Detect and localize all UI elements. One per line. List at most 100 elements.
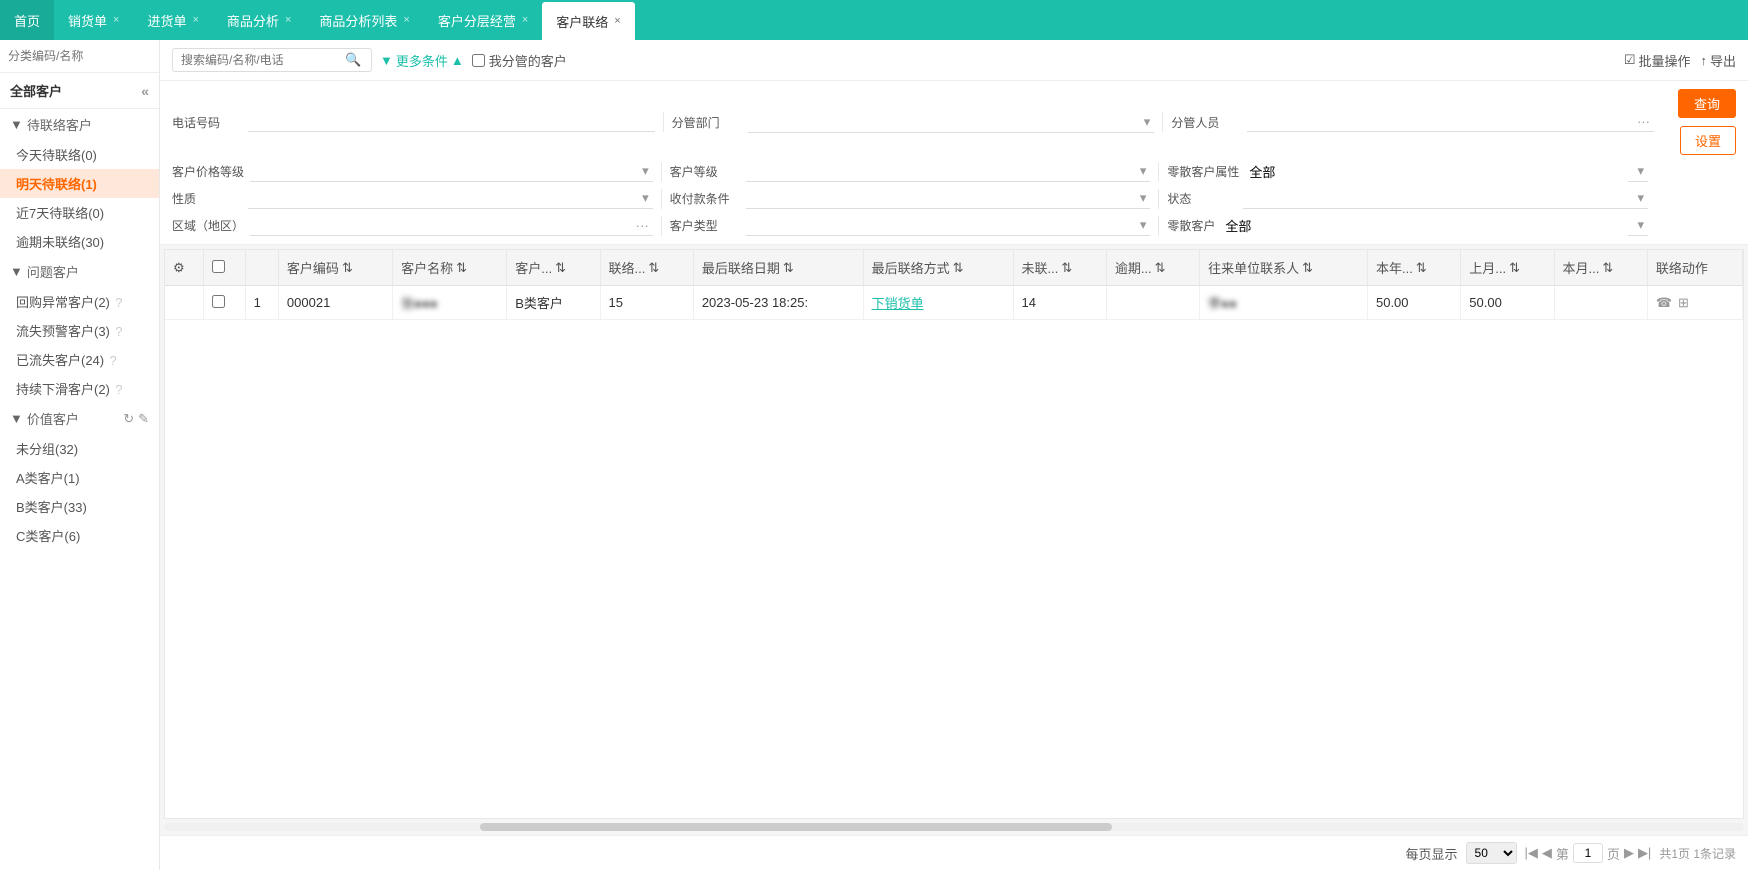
- col-last-contact-method[interactable]: 最后联络方式⇅: [863, 250, 1013, 286]
- close-icon[interactable]: ×: [285, 14, 291, 26]
- region-select[interactable]: ···: [250, 216, 653, 236]
- export-button[interactable]: ↑ 导出: [1700, 51, 1736, 70]
- sidebar-item-churn-warning[interactable]: 流失预警客户(3) ?: [0, 316, 159, 345]
- filter-customer-level: 客户等级 ▾: [670, 161, 1151, 182]
- divider: [1158, 189, 1159, 209]
- sidebar-item-churned[interactable]: 已流失客户(24) ?: [0, 345, 159, 374]
- manager-select[interactable]: ···: [1247, 112, 1654, 132]
- row-settings-cell: [165, 286, 204, 320]
- row-no-cell: 1: [245, 286, 278, 320]
- dept-select[interactable]: ▾: [748, 112, 1155, 133]
- filter-right-actions: ☑ 批量操作 ↑ 导出: [1624, 51, 1736, 70]
- divider: [1162, 112, 1163, 132]
- col-no-contact[interactable]: 未联...⇅: [1013, 250, 1106, 286]
- nav-home[interactable]: 首页: [0, 0, 54, 40]
- col-settings[interactable]: ⚙: [165, 250, 204, 286]
- settings-button[interactable]: 设置: [1680, 126, 1736, 155]
- all-customers-label: 全部客户: [10, 81, 62, 100]
- sidebar-group-value-actions: ↻ ✎: [123, 411, 149, 427]
- sidebar-item-tomorrow-contact[interactable]: 明天待联络(1): [0, 169, 159, 198]
- search-icon[interactable]: 🔍: [345, 52, 361, 68]
- customer-level-select[interactable]: ▾: [746, 161, 1151, 182]
- next-page-button[interactable]: ▶: [1624, 845, 1634, 861]
- batch-operation-button[interactable]: ☑ 批量操作: [1624, 51, 1691, 70]
- sidebar-group-value-customers[interactable]: ▼ 价值客户 ↻ ✎: [0, 403, 159, 434]
- col-code[interactable]: 客户编码⇅: [278, 250, 392, 286]
- col-unit-contact[interactable]: 往来单位联系人⇅: [1200, 250, 1368, 286]
- horizontal-scrollbar[interactable]: [164, 823, 1744, 831]
- col-last-contact-date[interactable]: 最后联络日期⇅: [693, 250, 863, 286]
- page-input[interactable]: [1573, 843, 1603, 863]
- nav-customer-segmentation[interactable]: 客户分层经营 ×: [424, 0, 542, 40]
- sidebar-item-overdue-contact[interactable]: 逾期未联络(30): [0, 227, 159, 256]
- select-all-checkbox[interactable]: [212, 260, 225, 273]
- row-code-cell: 000021: [278, 286, 392, 320]
- export-icon: ↑: [1700, 53, 1707, 68]
- edit-icon[interactable]: ✎: [138, 411, 149, 427]
- sidebar-group-pending-contact[interactable]: ▼ 待联络客户: [0, 109, 159, 140]
- sidebar-item-class-b[interactable]: B类客户(33): [0, 492, 159, 521]
- filter-scatter-attr: 零散客户属性 全部 ▾: [1167, 161, 1648, 182]
- page-size-select[interactable]: 50 100: [1466, 842, 1517, 864]
- nature-select[interactable]: ▾: [248, 188, 653, 209]
- first-page-button[interactable]: |◀: [1525, 845, 1538, 861]
- sidebar-item-week-contact[interactable]: 近7天待联络(0): [0, 198, 159, 227]
- customer-type-select[interactable]: ▾: [746, 215, 1151, 236]
- close-icon[interactable]: ×: [113, 14, 119, 26]
- collapse-sidebar-button[interactable]: «: [141, 83, 149, 99]
- phone-input[interactable]: [248, 113, 655, 132]
- search-input[interactable]: [181, 53, 341, 67]
- sidebar-item-today-contact[interactable]: 今天待联络(0): [0, 140, 159, 169]
- table-header-row: ⚙ 客户编码⇅ 客户名称⇅ 客户...⇅ 联络...⇅ 最后联络日期⇅ 最后联络…: [165, 250, 1743, 286]
- phone-icon[interactable]: ☎: [1656, 295, 1672, 311]
- refresh-icon[interactable]: ↻: [123, 411, 134, 427]
- nav-product-analysis[interactable]: 商品分析 ×: [213, 0, 305, 40]
- close-icon[interactable]: ×: [192, 14, 198, 26]
- grid-icon[interactable]: ⊞: [1678, 295, 1689, 311]
- query-button[interactable]: 查询: [1678, 89, 1736, 118]
- status-select[interactable]: ▾: [1243, 188, 1648, 209]
- col-type[interactable]: 客户...⇅: [507, 250, 600, 286]
- chevron-down-icon: ▼: [10, 117, 23, 132]
- col-this-month[interactable]: 本月...⇅: [1554, 250, 1647, 286]
- divider: [1158, 162, 1159, 182]
- scatter-attr-select[interactable]: ▾: [1628, 161, 1648, 182]
- sort-icon: ⇅: [1602, 260, 1613, 276]
- sort-icon: ⇅: [456, 260, 467, 276]
- payment-select[interactable]: ▾: [746, 188, 1151, 209]
- sidebar-item-class-c[interactable]: C类客户(6): [0, 521, 159, 550]
- last-page-button[interactable]: ▶|: [1638, 845, 1651, 861]
- row-last-contact-date-cell: 2023-05-23 18:25:: [693, 286, 863, 320]
- row-checkbox-cell[interactable]: [204, 286, 245, 320]
- close-icon[interactable]: ×: [403, 14, 409, 26]
- my-customers-checkbox[interactable]: [472, 54, 485, 67]
- nav-product-analysis-list[interactable]: 商品分析列表 ×: [305, 0, 423, 40]
- scatter-customer-select[interactable]: ▾: [1628, 215, 1648, 236]
- sidebar-group-problem-customers[interactable]: ▼ 问题客户: [0, 256, 159, 287]
- prev-page-button[interactable]: ◀: [1542, 845, 1552, 861]
- col-checkbox[interactable]: [204, 250, 245, 286]
- nav-purchase-order[interactable]: 进货单 ×: [133, 0, 212, 40]
- col-name[interactable]: 客户名称⇅: [393, 250, 507, 286]
- sidebar-item-declining[interactable]: 持续下滑客户(2) ?: [0, 374, 159, 403]
- col-overdue[interactable]: 逾期...⇅: [1106, 250, 1199, 286]
- sidebar-item-class-a[interactable]: A类客户(1): [0, 463, 159, 492]
- data-table-container: ⚙ 客户编码⇅ 客户名称⇅ 客户...⇅ 联络...⇅ 最后联络日期⇅ 最后联络…: [164, 249, 1744, 819]
- more-conditions-button[interactable]: ▼ 更多条件 ▲: [380, 51, 464, 70]
- nav-sales-order[interactable]: 销货单 ×: [54, 0, 133, 40]
- sidebar-item-repurchase-abnormal[interactable]: 回购异常客户(2) ?: [0, 287, 159, 316]
- sidebar-item-ungrouped[interactable]: 未分组(32): [0, 434, 159, 463]
- close-icon[interactable]: ×: [522, 14, 528, 26]
- sidebar-search-input[interactable]: [8, 49, 160, 63]
- close-icon[interactable]: ×: [614, 15, 620, 27]
- filter-action-buttons: 查询 设置: [1678, 89, 1736, 155]
- scrollbar-thumb[interactable]: [480, 823, 1112, 831]
- row-checkbox[interactable]: [212, 295, 225, 308]
- price-level-select[interactable]: ▾: [250, 161, 653, 182]
- col-contact[interactable]: 联络...⇅: [600, 250, 693, 286]
- nav-customer-contact[interactable]: 客户联络 ×: [542, 2, 634, 40]
- col-last-month[interactable]: 上月...⇅: [1461, 250, 1554, 286]
- col-this-year[interactable]: 本年...⇅: [1367, 250, 1460, 286]
- sort-icon: ⇅: [648, 260, 659, 276]
- sort-icon: ⇅: [555, 260, 566, 276]
